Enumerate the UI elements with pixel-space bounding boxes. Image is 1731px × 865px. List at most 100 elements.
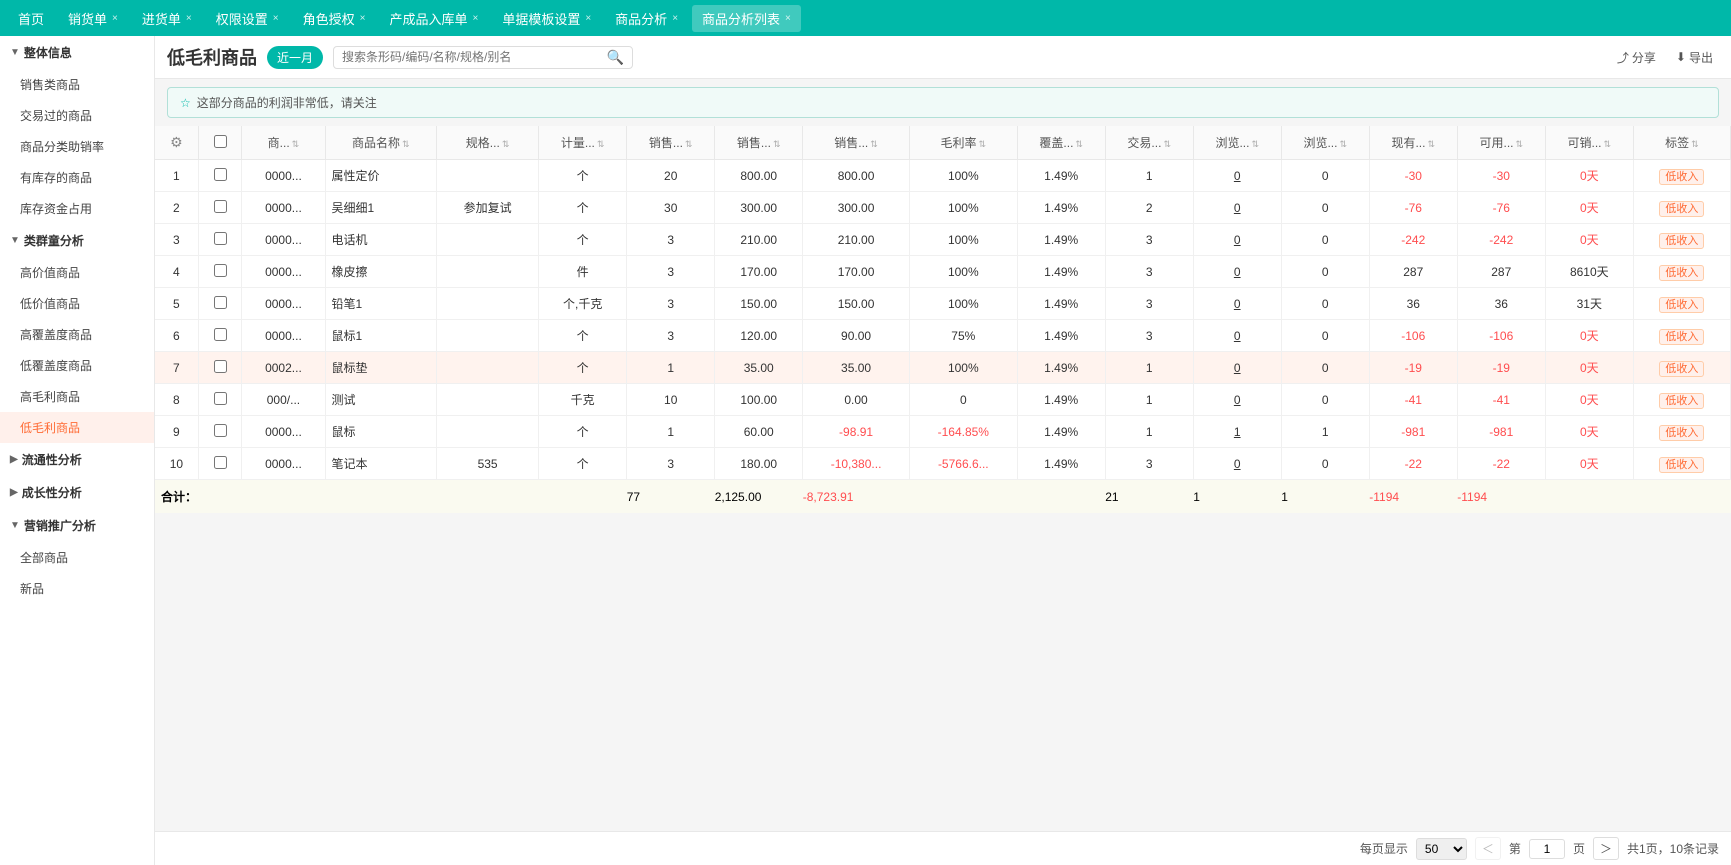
row-view1[interactable]: 0 <box>1193 224 1281 256</box>
footer-view1: 1 <box>1193 480 1281 514</box>
select-all-checkbox[interactable] <box>214 135 227 148</box>
sidebar-item-库存资金占用[interactable]: 库存资金占用 <box>0 193 154 224</box>
row-view1[interactable]: 0 <box>1193 192 1281 224</box>
chevron-icon: ▶ <box>10 454 18 465</box>
nav-item-商品分析列表[interactable]: 商品分析列表× <box>692 5 801 32</box>
nav-item-权限设置[interactable]: 权限设置× <box>206 5 289 32</box>
sidebar-item-低价值商品[interactable]: 低价值商品 <box>0 288 154 319</box>
row-checkbox[interactable] <box>198 192 242 224</box>
nav-close-icon[interactable]: × <box>585 13 591 24</box>
row-checkbox[interactable] <box>198 352 242 384</box>
sidebar-item-高价值商品[interactable]: 高价值商品 <box>0 257 154 288</box>
row-sales-profit: 90.00 <box>803 320 910 352</box>
sidebar-item-有库存的商品[interactable]: 有库存的商品 <box>0 162 154 193</box>
export-label: 导出 <box>1689 49 1713 66</box>
row-current-stock: -981 <box>1369 416 1457 448</box>
row-spec <box>437 352 539 384</box>
row-view1[interactable]: 0 <box>1193 288 1281 320</box>
col-header-settings[interactable]: ⚙ <box>155 126 198 160</box>
nav-item-角色授权[interactable]: 角色授权× <box>293 5 376 32</box>
sidebar-item-低毛利商品[interactable]: 低毛利商品 <box>0 412 154 443</box>
row-checkbox[interactable] <box>198 384 242 416</box>
sidebar-group-整体信息[interactable]: ▼整体信息 <box>0 36 154 69</box>
nav-close-icon[interactable]: × <box>360 13 366 24</box>
row-checkbox[interactable] <box>198 288 242 320</box>
sidebar-item-低覆盖度商品[interactable]: 低覆盖度商品 <box>0 350 154 381</box>
period-button[interactable]: 近一月 <box>267 46 323 69</box>
row-view1[interactable]: 0 <box>1193 448 1281 480</box>
nav-close-icon[interactable]: × <box>186 13 192 24</box>
pagination-summary: 共1页，10条记录 <box>1627 840 1719 857</box>
sidebar-item-销售类商品[interactable]: 销售类商品 <box>0 69 154 100</box>
main-content: 低毛利商品 近一月 🔍 ⤴ 分享 ⬇ 导出 ☆ 这部分商品的利润非常低，请关注 <box>155 36 1731 865</box>
share-button[interactable]: ⤴ 分享 <box>1611 46 1662 69</box>
chevron-icon: ▶ <box>10 487 18 498</box>
row-spec <box>437 256 539 288</box>
row-view1[interactable]: 0 <box>1193 320 1281 352</box>
row-sellable: 0天 <box>1545 224 1633 256</box>
col-header-checkbox[interactable] <box>198 126 242 160</box>
sidebar-item-高毛利商品[interactable]: 高毛利商品 <box>0 381 154 412</box>
nav-close-icon[interactable]: × <box>785 13 791 24</box>
export-button[interactable]: ⬇ 导出 <box>1670 46 1719 69</box>
next-page-button[interactable]: ＞ <box>1593 837 1619 860</box>
row-view1[interactable]: 0 <box>1193 160 1281 192</box>
row-sales-price: 300.00 <box>715 192 803 224</box>
sidebar-item-高覆盖度商品[interactable]: 高覆盖度商品 <box>0 319 154 350</box>
row-checkbox[interactable] <box>198 320 242 352</box>
row-view1[interactable]: 0 <box>1193 384 1281 416</box>
row-sellable: 0天 <box>1545 416 1633 448</box>
nav-close-icon[interactable]: × <box>273 13 279 24</box>
sort-icon: ⇅ <box>1604 139 1612 149</box>
row-sales-qty: 3 <box>627 288 715 320</box>
sidebar-item-全部商品[interactable]: 全部商品 <box>0 542 154 573</box>
nav-close-icon[interactable]: × <box>472 13 478 24</box>
settings-icon[interactable]: ⚙ <box>170 134 183 150</box>
row-gross-rate: 100% <box>909 160 1017 192</box>
page-size-select[interactable]: 50 100 <box>1416 838 1467 860</box>
sidebar-item-新品[interactable]: 新品 <box>0 573 154 604</box>
page-size-label: 每页显示 <box>1360 840 1408 857</box>
row-name: 吴细细1 <box>325 192 436 224</box>
row-view1[interactable]: 0 <box>1193 256 1281 288</box>
nav-close-icon[interactable]: × <box>112 13 118 24</box>
row-sales-qty: 1 <box>627 416 715 448</box>
prev-page-button[interactable]: ＜ <box>1475 837 1501 860</box>
nav-item-商品分析[interactable]: 商品分析× <box>605 5 688 32</box>
row-view1[interactable]: 1 <box>1193 416 1281 448</box>
nav-close-icon[interactable]: × <box>672 13 678 24</box>
nav-item-销货单[interactable]: 销货单× <box>58 5 128 32</box>
row-name: 鼠标垫 <box>325 352 436 384</box>
row-code: 0000... <box>242 192 325 224</box>
sidebar-group-成长性分析[interactable]: ▶成长性分析 <box>0 476 154 509</box>
row-available: -30 <box>1457 160 1545 192</box>
row-checkbox[interactable] <box>198 224 242 256</box>
col-header-sellable: 可销...⇅ <box>1545 126 1633 160</box>
nav-item-进货单[interactable]: 进货单× <box>132 5 202 32</box>
row-unit: 个 <box>539 352 627 384</box>
row-checkbox[interactable] <box>198 256 242 288</box>
sidebar-group-营销推广分析[interactable]: ▼营销推广分析 <box>0 509 154 542</box>
row-view1[interactable]: 0 <box>1193 352 1281 384</box>
row-name: 橡皮擦 <box>325 256 436 288</box>
table-row: 9 0000... 鼠标 个 1 60.00 -98.91 -164.85% 1… <box>155 416 1731 448</box>
col-header-available: 可用...⇅ <box>1457 126 1545 160</box>
row-checkbox[interactable] <box>198 416 242 448</box>
nav-item-产成品入库单[interactable]: 产成品入库单× <box>379 5 488 32</box>
page-input[interactable] <box>1529 839 1565 859</box>
nav-item-首页[interactable]: 首页 <box>8 5 54 32</box>
sidebar-group-类群童分析[interactable]: ▼类群童分析 <box>0 224 154 257</box>
search-input[interactable] <box>342 50 607 64</box>
sidebar-group-流通性分析[interactable]: ▶流通性分析 <box>0 443 154 476</box>
row-checkbox[interactable] <box>198 160 242 192</box>
row-coverage: 1.49% <box>1017 416 1105 448</box>
row-checkbox[interactable] <box>198 448 242 480</box>
row-sales-profit: -10,380... <box>803 448 910 480</box>
sidebar-item-商品分类助销率[interactable]: 商品分类助销率 <box>0 131 154 162</box>
chevron-icon: ▼ <box>10 47 20 58</box>
sidebar-item-交易过的商品[interactable]: 交易过的商品 <box>0 100 154 131</box>
row-sales-profit: 800.00 <box>803 160 910 192</box>
nav-item-单据模板设置[interactable]: 单据模板设置× <box>492 5 601 32</box>
row-available: 287 <box>1457 256 1545 288</box>
col-header-tag: 标签⇅ <box>1633 126 1730 160</box>
